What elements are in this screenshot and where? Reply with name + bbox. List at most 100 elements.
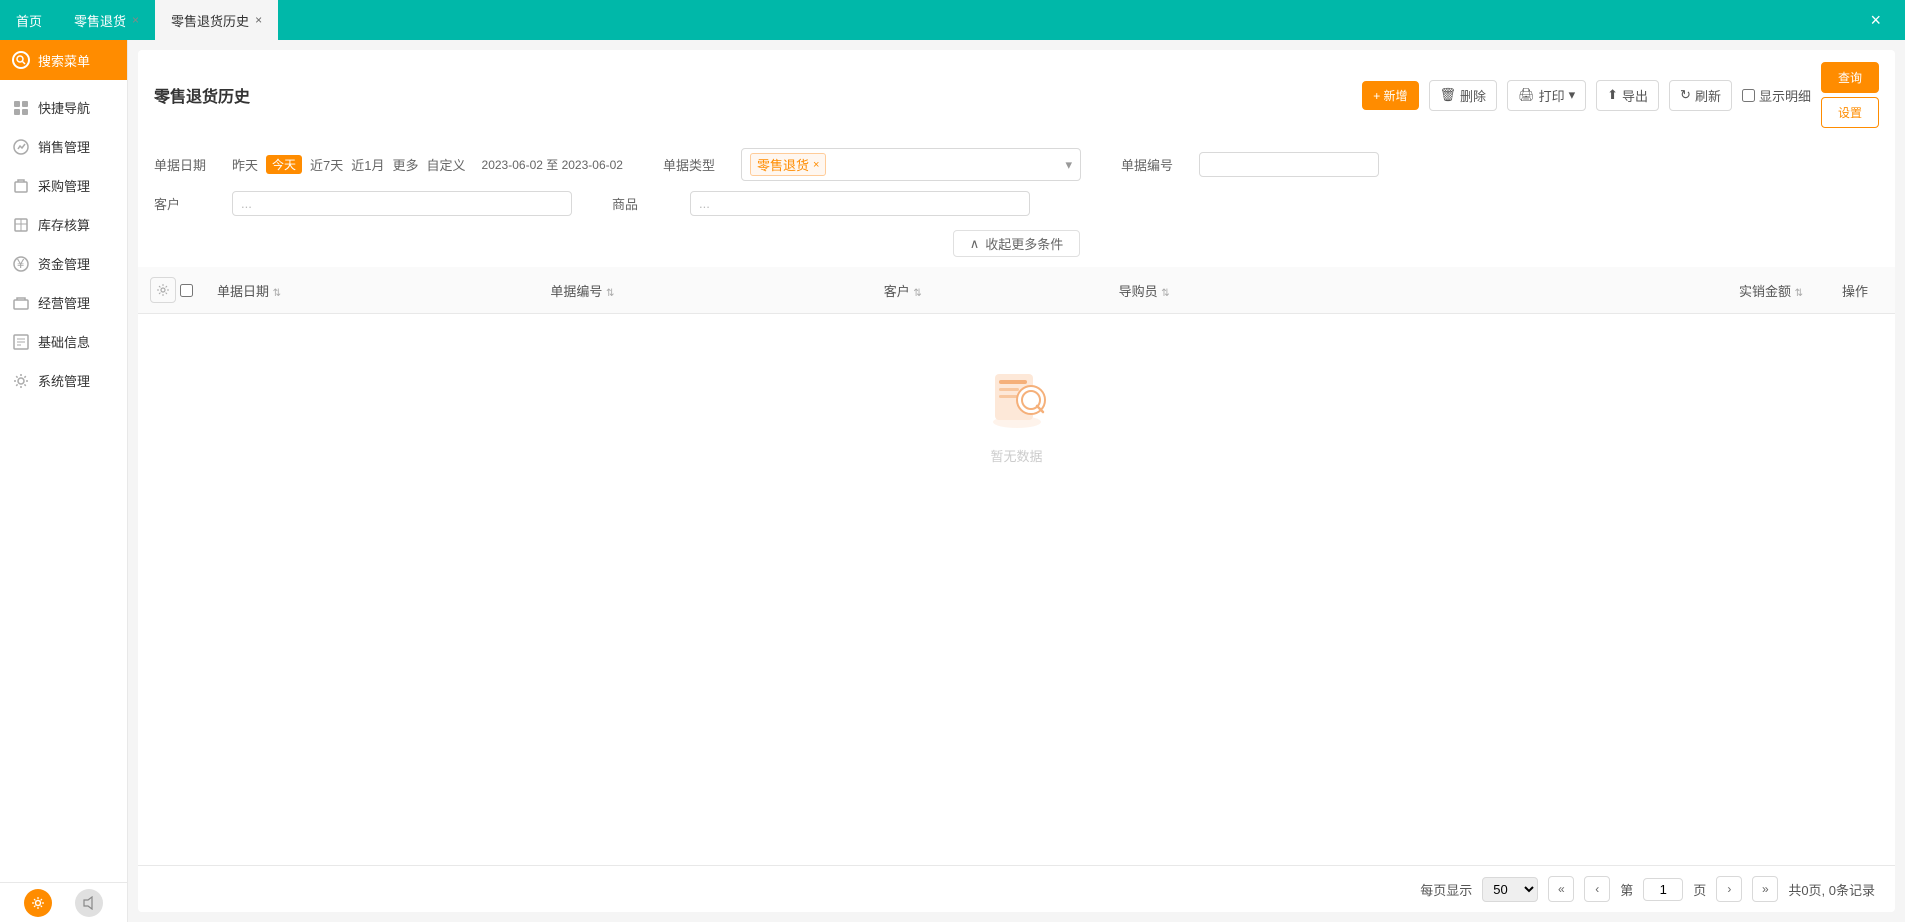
sort-customer-icon[interactable]: ⇅: [913, 288, 921, 299]
data-table: 单据日期 ⇅ 单据编号 ⇅ 客户 ⇅: [138, 267, 1895, 314]
print-button[interactable]: 🖨 打印 ▾: [1507, 80, 1586, 111]
goods-label: 商品: [612, 194, 682, 213]
display-detail-input[interactable]: [1742, 89, 1755, 102]
sidebar-item-sales-label: 销售管理: [38, 137, 90, 156]
tab-home-label: 首页: [16, 11, 42, 30]
pagination: 每页显示 20 50 100 « ‹ 第 页 › » 共0页, 0条记: [138, 865, 1895, 912]
empty-text: 暂无数据: [990, 446, 1042, 465]
tab-retail-return-close[interactable]: ×: [132, 13, 139, 27]
collapse-up-icon: ∧: [970, 236, 980, 252]
page-title: 零售退货历史: [154, 83, 250, 107]
collapse-button[interactable]: ∧ 收起更多条件: [953, 230, 1081, 257]
sort-number-icon[interactable]: ⇅: [606, 288, 614, 299]
refresh-label: 刷新: [1695, 86, 1721, 105]
sort-date-icon[interactable]: ⇅: [273, 288, 281, 299]
sort-guide-icon[interactable]: ⇅: [1161, 288, 1169, 299]
page-prev-button[interactable]: ‹: [1584, 876, 1610, 902]
th-amount: 实销金额 ⇅: [1482, 267, 1815, 314]
refresh-button[interactable]: ↻ 刷新: [1669, 80, 1732, 111]
sidebar-item-inventory[interactable]: 库存核算: [0, 205, 127, 244]
tabs-area: 首页 零售退货 × 零售退货历史 ×: [0, 0, 1862, 40]
total-info: 共0页, 0条记录: [1788, 880, 1875, 899]
th-guide: 导购员 ⇅: [1107, 267, 1391, 314]
type-chevron-icon: ▾: [1065, 157, 1072, 173]
top-bar-right: ×: [1862, 10, 1905, 31]
customer-label: 客户: [154, 194, 224, 213]
page-next-button[interactable]: ›: [1716, 876, 1742, 902]
sort-amount-icon[interactable]: ⇅: [1795, 288, 1803, 299]
add-button[interactable]: + 新增: [1362, 81, 1418, 110]
page-size-select[interactable]: 20 50 100: [1482, 877, 1538, 902]
page-size-label: 每页显示: [1420, 880, 1472, 899]
content-inner: 零售退货历史 + 新增 🗑 删除 🖨 打印 ▾: [128, 40, 1905, 922]
page-last-button[interactable]: »: [1752, 876, 1778, 902]
search-icon: [12, 51, 30, 69]
window-close-button[interactable]: ×: [1862, 10, 1889, 31]
sidebar-item-sales[interactable]: 销售管理: [0, 127, 127, 166]
page-num-input[interactable]: [1643, 878, 1683, 901]
tab-retail-return-history[interactable]: 零售退货历史 ×: [155, 0, 278, 40]
customer-placeholder: ...: [241, 196, 252, 211]
print-label: 打印: [1539, 86, 1565, 105]
tab-home[interactable]: 首页: [0, 0, 58, 40]
filter-row-2: 客户 ... 商品 ...: [154, 191, 1879, 216]
date-range: 2023-06-02 至 2023-06-02: [482, 156, 623, 173]
th-customer-label: 客户: [884, 284, 910, 299]
sidebar-item-business-label: 经营管理: [38, 293, 90, 312]
query-button[interactable]: 查询: [1821, 62, 1879, 93]
th-guide-label: 导购员: [1119, 284, 1158, 299]
filter-area: 单据日期 昨天 今天 近7天 近1月 更多 自定义 2023-06-02 至 2…: [154, 140, 1879, 267]
tab-retail-return-history-close[interactable]: ×: [255, 13, 262, 27]
setup-button[interactable]: 设置: [1821, 97, 1879, 128]
collapse-label: 收起更多条件: [985, 234, 1063, 253]
th-ops-label: 操作: [1842, 284, 1868, 299]
page-label: 第: [1620, 880, 1633, 899]
gear-button[interactable]: [24, 889, 52, 917]
page-unit: 页: [1693, 880, 1706, 899]
number-label: 单据编号: [1121, 155, 1191, 174]
filter-row-1: 单据日期 昨天 今天 近7天 近1月 更多 自定义 2023-06-02 至 2…: [154, 148, 1879, 181]
type-select[interactable]: 零售退货 × ▾: [741, 148, 1081, 181]
number-input[interactable]: [1199, 152, 1379, 177]
type-tag-remove[interactable]: ×: [813, 159, 819, 171]
tab-retail-return[interactable]: 零售退货 ×: [58, 0, 155, 40]
date-opt-today[interactable]: 今天: [266, 155, 302, 174]
th-date: 单据日期 ⇅: [205, 267, 538, 314]
header-actions: + 新增 🗑 删除 🖨 打印 ▾ ⬆: [1362, 62, 1879, 128]
page-header-top: 零售退货历史 + 新增 🗑 删除 🖨 打印 ▾: [154, 62, 1879, 128]
sidebar-item-finance[interactable]: ¥ 资金管理: [0, 244, 127, 283]
goods-select[interactable]: ...: [690, 191, 1030, 216]
sidebar-item-system[interactable]: 系统管理: [0, 361, 127, 400]
th-date-label: 单据日期: [217, 284, 269, 299]
export-button[interactable]: ⬆ 导出: [1596, 80, 1659, 111]
goods-placeholder: ...: [699, 196, 710, 211]
date-opt-7days[interactable]: 近7天: [310, 155, 343, 174]
print-icon: 🖨: [1518, 87, 1535, 103]
content-area: 零售退货历史 + 新增 🗑 删除 🖨 打印 ▾: [128, 40, 1905, 922]
date-opt-yesterday[interactable]: 昨天: [232, 155, 258, 174]
table-settings-icon[interactable]: [150, 277, 176, 303]
sidebar-item-quicknav[interactable]: 快捷导航: [0, 88, 127, 127]
display-detail-checkbox[interactable]: 显示明细: [1742, 86, 1811, 105]
th-amount-label: 实销金额: [1739, 284, 1791, 299]
audio-button[interactable]: [75, 889, 103, 917]
type-tag-label: 零售退货: [757, 155, 809, 174]
sidebar-item-business[interactable]: 经营管理: [0, 283, 127, 322]
date-opt-1month[interactable]: 近1月: [351, 155, 384, 174]
table-scroll[interactable]: 单据日期 ⇅ 单据编号 ⇅ 客户 ⇅: [138, 267, 1895, 865]
page-first-button[interactable]: «: [1548, 876, 1574, 902]
delete-button[interactable]: 🗑 删除: [1429, 80, 1498, 111]
sidebar-search[interactable]: 搜索菜单: [0, 40, 127, 80]
sidebar-search-label: 搜索菜单: [38, 51, 90, 70]
date-opt-more[interactable]: 更多: [393, 155, 419, 174]
customer-select[interactable]: ...: [232, 191, 572, 216]
empty-state: 暂无数据: [138, 314, 1895, 565]
main-layout: 搜索菜单 快捷导航 销售管理 采购管理 库存核算 ¥ 资金管理: [0, 40, 1905, 922]
sidebar-item-purchase[interactable]: 采购管理: [0, 166, 127, 205]
date-label: 单据日期: [154, 155, 224, 174]
sidebar-item-info[interactable]: 基础信息: [0, 322, 127, 361]
table-select-all[interactable]: [180, 284, 193, 297]
date-opt-custom[interactable]: 自定义: [427, 155, 466, 174]
type-tag: 零售退货 ×: [750, 153, 826, 176]
sidebar-item-info-label: 基础信息: [38, 332, 90, 351]
